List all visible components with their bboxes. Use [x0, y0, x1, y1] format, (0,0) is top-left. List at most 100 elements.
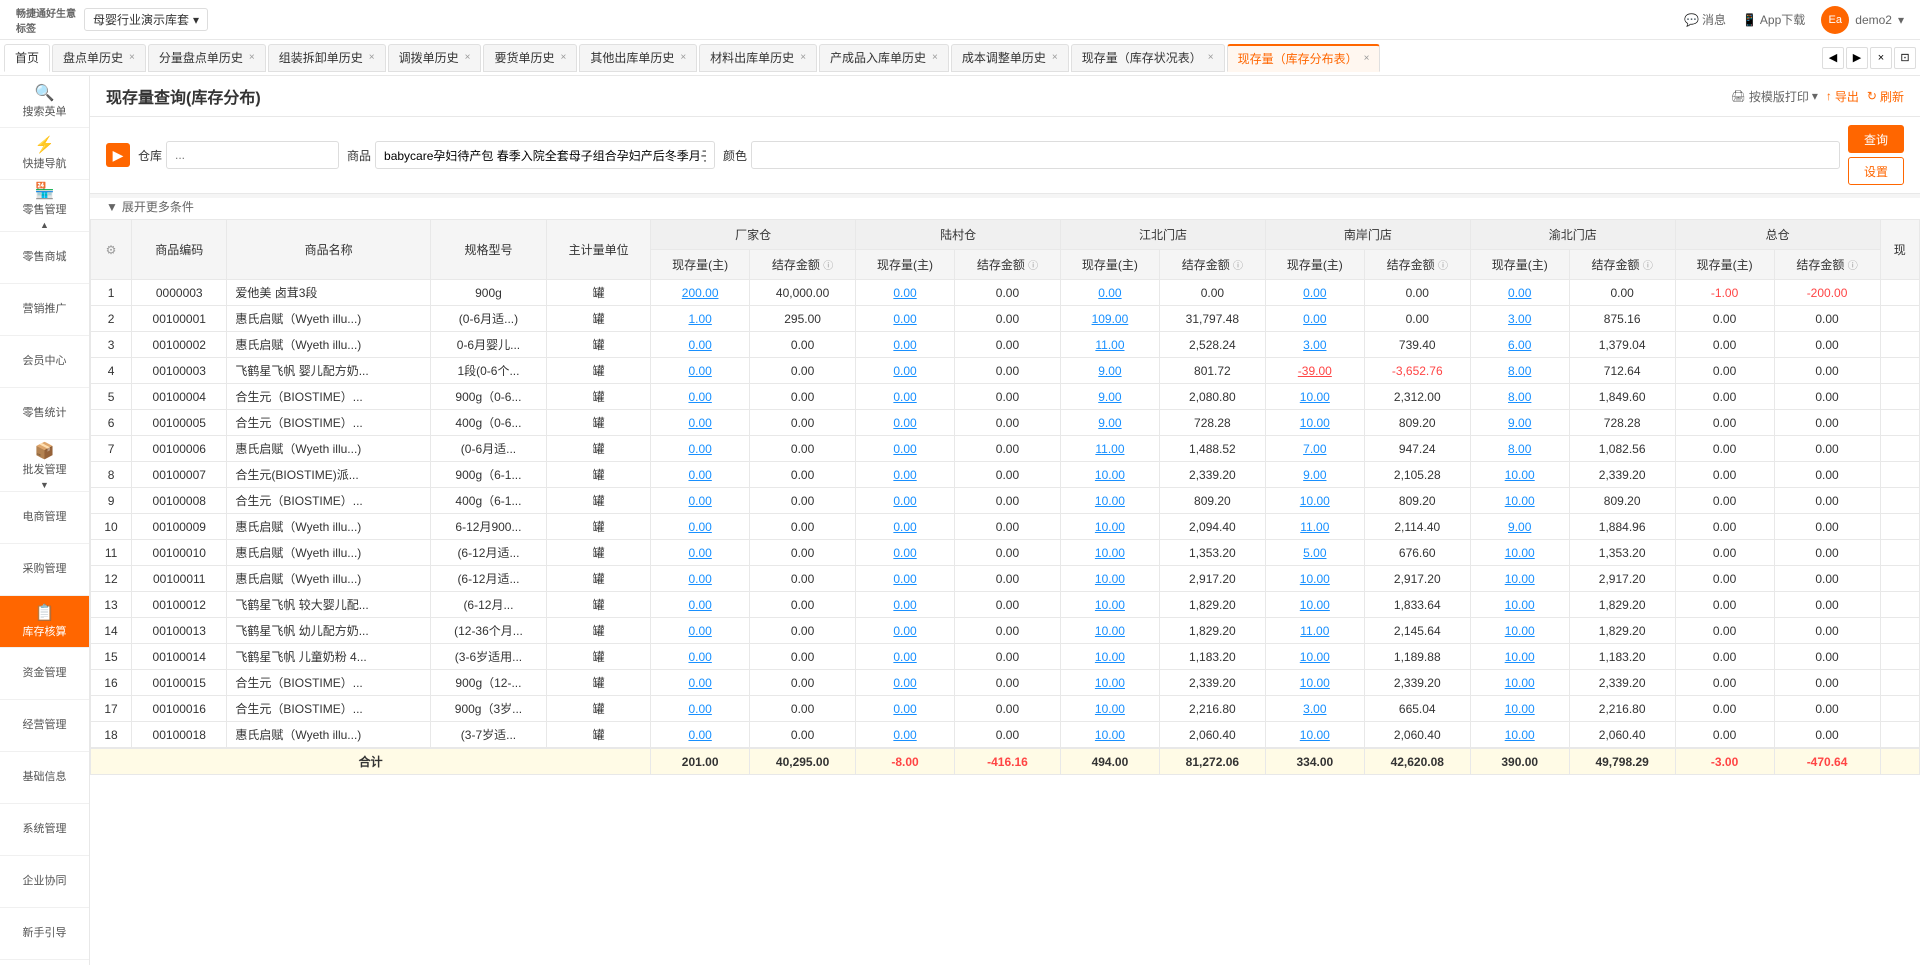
sidebar-item-marketing[interactable]: 营销推广 [0, 284, 89, 336]
table-row: 5 00100004 合生元（BIOSTIME）... 900g（0-6... … [91, 384, 1920, 410]
table-row: 8 00100007 合生元(BIOSTIME)派... 900g（6-1...… [91, 462, 1920, 488]
search-actions: 查询 设置 [1848, 125, 1904, 185]
table-row: 4 00100003 飞鹤星飞帆 婴儿配方奶... 1段(0-6个... 罐 0… [91, 358, 1920, 384]
inventory-icon: 📋 [35, 603, 55, 623]
wholesale-icon: 📦 [35, 441, 55, 461]
sidebar-item-system[interactable]: 系统管理 [0, 804, 89, 856]
table-row: 6 00100005 合生元（BIOSTIME）... 400g（0-6... … [91, 410, 1920, 436]
company-selector[interactable]: 母婴行业演示库套 ▾ [84, 8, 208, 31]
sidebar-item-search[interactable]: 🔍 搜索英单 [0, 76, 89, 128]
tab-kcfb[interactable]: 现存量（库存分布表）× [1227, 44, 1381, 72]
chevron-down-icon: ▾ [1898, 13, 1904, 27]
tab-yhd[interactable]: 要货单历史 × [483, 44, 577, 72]
tab-fldl[interactable]: 分量盘点单历史 × [148, 44, 266, 72]
close-icon[interactable]: × [1364, 53, 1370, 64]
goods-input[interactable] [375, 141, 715, 169]
close-icon[interactable]: × [1208, 52, 1214, 63]
tab-ccrk[interactable]: 产成品入库单历史 × [819, 44, 949, 72]
sidebar-item-retail[interactable]: 🏪 零售管理 ▲ [0, 180, 89, 232]
chevron-up-icon: ▲ [40, 220, 49, 230]
close-icon[interactable]: × [369, 52, 375, 63]
warehouse-field: 仓库 [138, 141, 339, 169]
tab-scroll-right[interactable]: ▶ [1846, 47, 1868, 69]
table-row: 9 00100008 合生元（BIOSTIME）... 400g（6-1... … [91, 488, 1920, 514]
sidebar-item-nav[interactable]: ⚡ 快捷导航 [0, 128, 89, 180]
expand-conditions[interactable]: ▼ 展开更多条件 [90, 198, 1920, 219]
tab-dbd[interactable]: 调拨单历史 × [388, 44, 482, 72]
summary-row: 合计 201.00 40,295.00 -8.00 -416.16 494.00… [91, 748, 1920, 775]
message-btn[interactable]: 💬 消息 [1684, 11, 1726, 28]
table-row: 11 00100010 惠氏启赋（Wyeth illu...) (6-12月适.… [91, 540, 1920, 566]
tab-scroll-left[interactable]: ◀ [1822, 47, 1844, 69]
close-icon[interactable]: × [800, 52, 806, 63]
sidebar-item-ecom[interactable]: 电商管理 [0, 492, 89, 544]
sidebar-item-purchase[interactable]: 采购管理 [0, 544, 89, 596]
page-actions: 🖨 按模版打印 ▾ ↑ 导出 ↻ 刷新 [1731, 88, 1904, 105]
tab-pddl[interactable]: 盘点单历史 × [52, 44, 146, 72]
sidebar-item-retail-stats[interactable]: 零售统计 [0, 388, 89, 440]
table-row: 10 00100009 惠氏启赋（Wyeth illu...) 6-12月900… [91, 514, 1920, 540]
tab-expand[interactable]: ⊡ [1894, 47, 1916, 69]
print-icon: 🖨 [1731, 89, 1746, 103]
top-bar-left: 畅捷通好生意 标签 母婴行业演示库套 ▾ [16, 5, 208, 35]
sidebar-item-shop[interactable]: 零售商城 [0, 232, 89, 284]
sidebar-item-collab[interactable]: 企业协同 [0, 856, 89, 908]
print-button[interactable]: 🖨 按模版打印 ▾ [1731, 88, 1818, 105]
logo: 畅捷通好生意 标签 [16, 5, 76, 35]
gear-icon[interactable]: ⚙ [106, 243, 117, 257]
th-na-qty: 现存量(主) [1265, 250, 1364, 280]
app-download-btn[interactable]: 📱 App下载 [1742, 11, 1805, 28]
sidebar-item-wholesale[interactable]: 📦 批发管理 ▼ [0, 440, 89, 492]
sidebar-item-ops[interactable]: 经营管理 [0, 700, 89, 752]
tab-qtck[interactable]: 其他出库单历史 × [579, 44, 697, 72]
th-gear[interactable]: ⚙ [91, 220, 132, 280]
top-bar: 畅捷通好生意 标签 母婴行业演示库套 ▾ 💬 消息 📱 App下载 Ea dem… [0, 0, 1920, 40]
table-row: 2 00100001 惠氏启赋（Wyeth illu...) (0-6月适...… [91, 306, 1920, 332]
settings-button[interactable]: 设置 [1848, 157, 1904, 185]
th-name: 商品名称 [227, 220, 431, 280]
warehouse-input[interactable] [166, 141, 339, 169]
sidebar-item-member[interactable]: 会员中心 [0, 336, 89, 388]
info-icon: ⓘ [1438, 261, 1448, 272]
query-button[interactable]: 查询 [1848, 125, 1904, 153]
sidebar-item-apps[interactable]: 应用中心 [0, 960, 89, 965]
tab-home[interactable]: 首页 [4, 44, 50, 72]
close-icon[interactable]: × [249, 52, 255, 63]
main-content: 现存量查询(库存分布) 🖨 按模版打印 ▾ ↑ 导出 ↻ 刷新 [90, 76, 1920, 965]
user-menu[interactable]: Ea demo2 ▾ [1821, 6, 1904, 34]
expand-button[interactable]: ▶ [106, 143, 130, 167]
tab-clck[interactable]: 材料出库单历史 × [699, 44, 817, 72]
sidebar-item-finance[interactable]: 资金管理 [0, 648, 89, 700]
table-row: 16 00100015 合生元（BIOSTIME）... 900g（12-...… [91, 670, 1920, 696]
close-icon[interactable]: × [1052, 52, 1058, 63]
table-row: 13 00100012 飞鹤星飞帆 较大婴儿配... (6-12月... 罐 0… [91, 592, 1920, 618]
table-row: 17 00100016 合生元（BIOSTIME）... 900g（3岁... … [91, 696, 1920, 722]
export-button[interactable]: ↑ 导出 [1826, 88, 1859, 105]
sidebar-item-inventory[interactable]: 📋 库存核算 [0, 596, 89, 648]
close-icon[interactable]: × [680, 52, 686, 63]
th-yubei: 渝北门店 [1470, 220, 1675, 250]
tab-cbtz[interactable]: 成本调整单历史 × [951, 44, 1069, 72]
th-total-qty: 现存量(主) [1675, 250, 1774, 280]
sidebar-item-basic[interactable]: 基础信息 [0, 752, 89, 804]
tab-close-all[interactable]: × [1870, 47, 1892, 69]
color-input[interactable] [751, 141, 1840, 169]
tab-zzcc[interactable]: 组装拆卸单历史 × [268, 44, 386, 72]
inventory-table: ⚙ 商品编码 商品名称 规格型号 主计量单位 厂家仓 陆村仓 江北门店 南岸门店… [90, 219, 1920, 775]
info-icon: ⓘ [1028, 261, 1038, 272]
table-row: 14 00100013 飞鹤星飞帆 幼儿配方奶... (12-36个月... 罐… [91, 618, 1920, 644]
tab-kczt[interactable]: 现存量（库存状况表）× [1071, 44, 1225, 72]
close-icon[interactable]: × [560, 52, 566, 63]
sidebar-item-guide[interactable]: 新手引导 [0, 908, 89, 960]
close-icon[interactable]: × [465, 52, 471, 63]
tab-controls: ◀ ▶ × ⊡ [1822, 47, 1916, 69]
close-icon[interactable]: × [129, 52, 135, 63]
refresh-button[interactable]: ↻ 刷新 [1867, 88, 1904, 105]
top-bar-right: 💬 消息 📱 App下载 Ea demo2 ▾ [1684, 6, 1904, 34]
export-icon: ↑ [1826, 89, 1832, 103]
table-container: ⚙ 商品编码 商品名称 规格型号 主计量单位 厂家仓 陆村仓 江北门店 南岸门店… [90, 219, 1920, 965]
close-icon[interactable]: × [932, 52, 938, 63]
table-row: 1 0000003 爱他美 卤茸3段 900g 罐 200.00 40,000.… [91, 280, 1920, 306]
th-total-amt: 结存金额 ⓘ [1774, 250, 1880, 280]
info-icon: ⓘ [1848, 261, 1858, 272]
